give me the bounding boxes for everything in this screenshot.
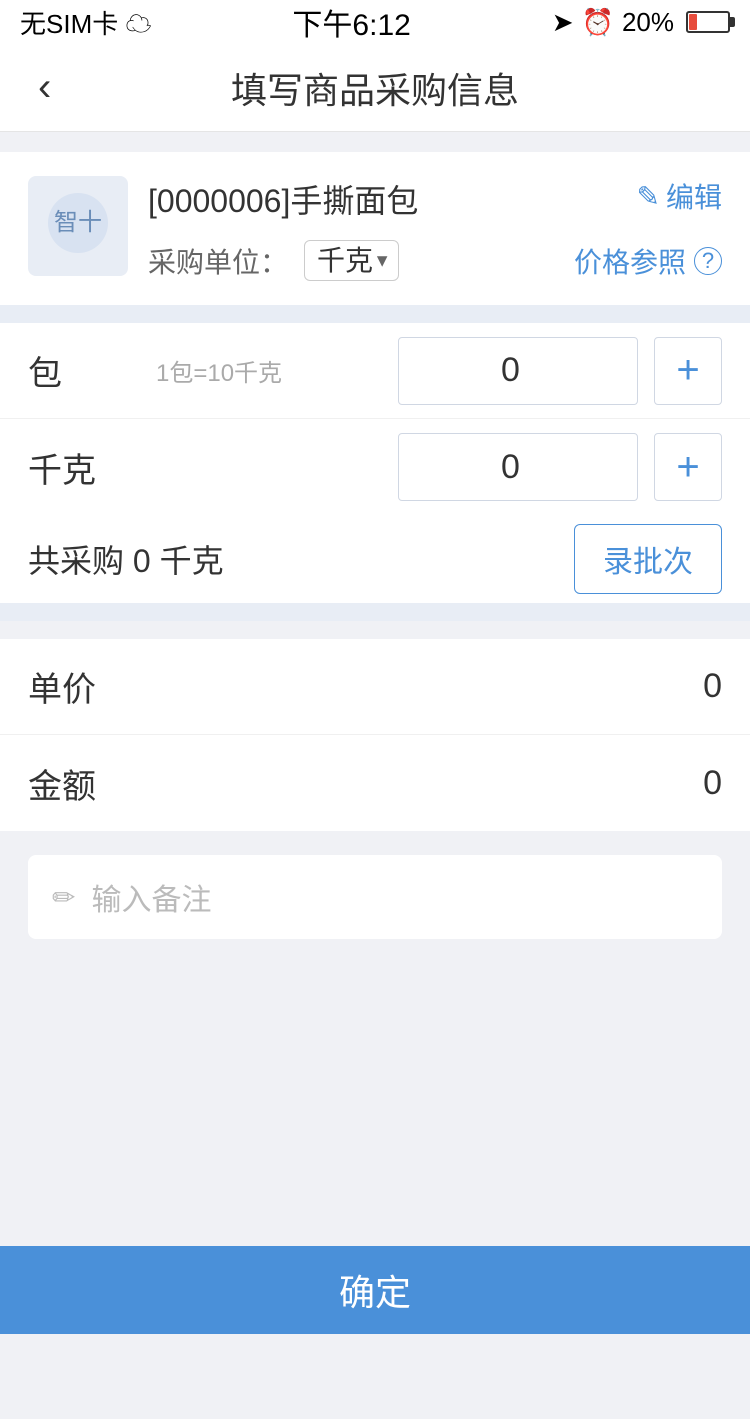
price-ref-button[interactable]: 价格参照 ? — [574, 241, 722, 281]
kg-input[interactable] — [398, 433, 638, 501]
kg-label: 千克 — [28, 443, 148, 492]
location-icon: ➤ — [552, 7, 574, 38]
amount-value: 0 — [703, 764, 722, 803]
help-icon: ? — [694, 247, 722, 275]
confirm-button[interactable]: 确定 — [0, 1246, 750, 1334]
quantity-form: 包 1包=10千克 + 千克 + — [0, 323, 750, 515]
bag-input-wrap: + — [282, 337, 722, 405]
product-name: [0000006]手撕面包 — [148, 176, 418, 222]
unit-price-value: 0 — [703, 667, 722, 706]
price-section: 单价 0 金额 0 — [0, 639, 750, 831]
bag-row: 包 1包=10千克 + — [0, 323, 750, 419]
unit-price-row: 单价 0 — [0, 639, 750, 735]
section-divider-1 — [0, 305, 750, 323]
unit-price-label: 单价 — [28, 662, 96, 711]
product-meta: 采购单位： 千克 — [148, 240, 399, 281]
edit-icon: ✎ — [637, 180, 660, 213]
amount-label: 金额 — [28, 759, 96, 808]
product-card: 智十 [0000006]手撕面包 ✎ 编辑 采购单位： 千克 — [0, 152, 750, 305]
bag-plus-button[interactable]: + — [654, 337, 722, 405]
remark-placeholder: 输入备注 — [91, 875, 211, 919]
kg-row: 千克 + — [0, 419, 750, 515]
back-button[interactable]: ‹ — [28, 55, 61, 120]
svg-text:智十: 智十 — [54, 209, 102, 236]
status-bar: 无SIM卡 ☁ 下午6:12 ➤ ⏰ 20% — [0, 0, 750, 44]
bag-sublabel: 1包=10千克 — [156, 353, 282, 388]
status-time: 下午6:12 — [292, 0, 410, 44]
unit-select[interactable]: 千克 — [304, 240, 399, 281]
total-row: 共采购 0 千克 录批次 — [0, 515, 750, 603]
kg-input-wrap: + — [148, 433, 722, 501]
bag-label: 包 — [28, 346, 148, 395]
kg-plus-button[interactable]: + — [654, 433, 722, 501]
status-right: ➤ ⏰ 20% — [552, 7, 730, 38]
record-batch-button[interactable]: 录批次 — [574, 524, 722, 594]
nav-bar: ‹ 填写商品采购信息 — [0, 44, 750, 132]
section-divider-2 — [0, 603, 750, 621]
battery-icon — [686, 11, 730, 33]
remark-section: ✏ 输入备注 — [0, 831, 750, 1131]
page-title: 填写商品采购信息 — [231, 62, 519, 114]
total-text: 共采购 0 千克 — [28, 536, 224, 582]
alarm-icon: ⏰ — [582, 7, 614, 38]
remark-input-area[interactable]: ✏ 输入备注 — [28, 855, 722, 939]
unit-label: 采购单位： — [148, 241, 288, 281]
pencil-icon: ✏ — [52, 881, 75, 914]
unit-select-wrap[interactable]: 千克 — [304, 240, 399, 281]
product-thumbnail: 智十 — [28, 176, 128, 276]
status-left: 无SIM卡 ☁ — [20, 4, 151, 41]
amount-row: 金额 0 — [0, 735, 750, 831]
product-info: [0000006]手撕面包 ✎ 编辑 采购单位： 千克 价格 — [148, 176, 722, 281]
bag-input[interactable] — [398, 337, 638, 405]
edit-button[interactable]: ✎ 编辑 — [637, 176, 722, 216]
battery-percent: 20% — [622, 7, 674, 38]
